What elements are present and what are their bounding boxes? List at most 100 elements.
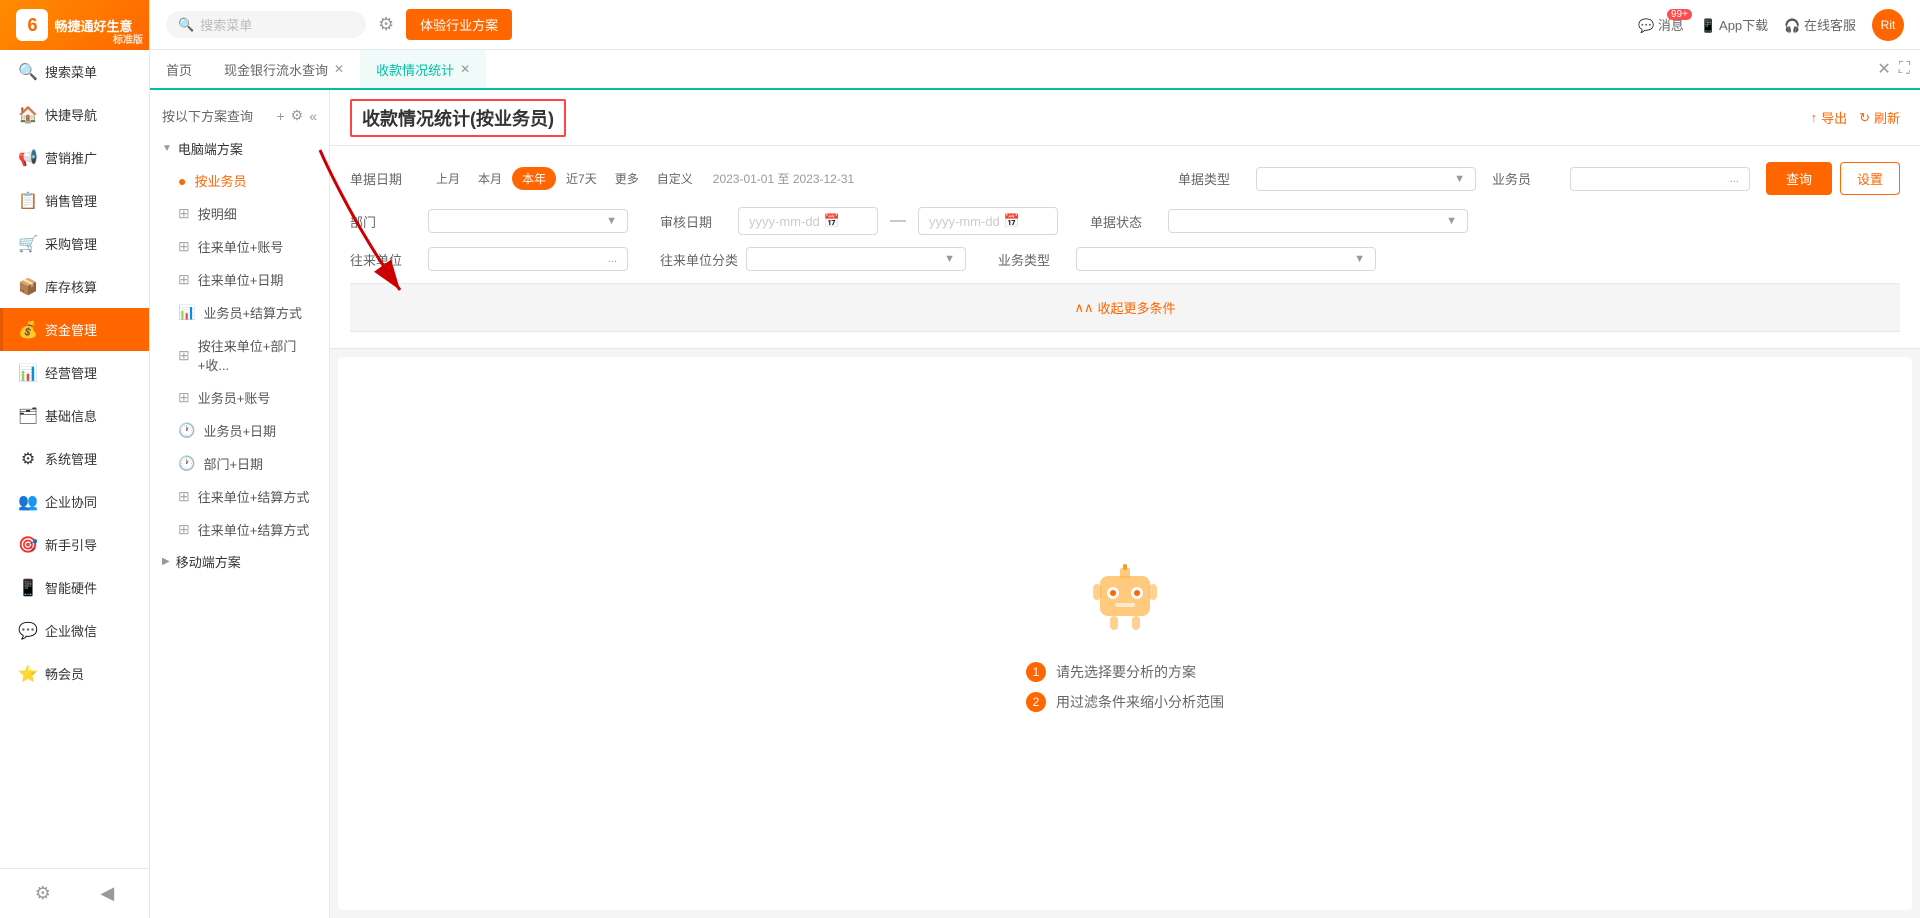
tab-close-bank-flow[interactable]: ✕ [334, 62, 344, 76]
sidebar-item-wechat[interactable]: 💬 企业微信 [0, 609, 149, 652]
calendar-icon[interactable]: 📅 [824, 213, 840, 229]
sidebar-item-finance[interactable]: 💰 资金管理 [0, 308, 149, 351]
chevron-down-icon: ▼ [606, 215, 617, 227]
scheme-item-partner-dept[interactable]: ⊞ 按往来单位+部门+收... [150, 329, 329, 381]
sidebar-item-quicknav[interactable]: 🏠 快捷导航 [0, 93, 149, 136]
scheme-group-desktop: ▼ 电脑端方案 ● 按业务员 ⊞ 按明细 ⊞ 往来单位+账号 ⊞ 往来单位+ [150, 133, 329, 546]
tab-bank-flow[interactable]: 现金银行流水查询 ✕ [208, 50, 360, 90]
close-window-btn[interactable]: ✕ [1877, 59, 1890, 79]
scheme-item-partner-payment2[interactable]: ⊞ 往来单位+结算方式 [150, 513, 329, 546]
scheme-item-salesman-date[interactable]: 🕐 业务员+日期 [150, 414, 329, 447]
doc-status-label: 单据状态 [1090, 212, 1160, 231]
download-icon: 📱 [1700, 18, 1716, 33]
sidebar-item-enterprise[interactable]: 👥 企业协同 [0, 480, 149, 523]
sidebar-item-search[interactable]: 🔍 搜索菜单 [0, 50, 149, 93]
export-btn[interactable]: ↑ 导出 [1811, 108, 1848, 127]
audit-date-from-placeholder: yyyy-mm-dd [749, 214, 820, 229]
calendar-icon[interactable]: 📅 [1004, 213, 1020, 229]
partner-label: 往来单位 [350, 250, 420, 269]
basic-icon: 🗂 [19, 407, 37, 425]
biz-type-select[interactable]: ▼ [1076, 247, 1376, 271]
sidebar-item-label: 新手引导 [45, 535, 97, 554]
sidebar-item-label: 智能硬件 [45, 578, 97, 597]
empty-steps: 1 请先选择要分析的方案 2 用过滤条件来缩小分析范围 [1026, 662, 1224, 722]
scheme-add-btn[interactable]: + [276, 108, 284, 124]
collapse-sidebar-icon[interactable]: ◀ [100, 883, 114, 904]
settings-bottom-icon[interactable]: ⚙ [35, 883, 51, 904]
scheme-item-partner-date[interactable]: ⊞ 往来单位+日期 [150, 263, 329, 296]
scheme-settings-btn[interactable]: ⚙ [291, 107, 304, 124]
partner-category-label: 往来单位分类 [660, 250, 738, 269]
scheme-item-partner-payment1[interactable]: ⊞ 往来单位+结算方式 [150, 480, 329, 513]
app-download[interactable]: 📱 App下载 [1700, 15, 1768, 34]
dept-select[interactable]: ▼ [428, 209, 628, 233]
partner-select[interactable]: ... [428, 247, 628, 271]
tab-bar-actions: ✕ ⛶ [1877, 59, 1910, 79]
date-filter-group: 单据日期 上月 本月 本年 近7天 更多 自定义 2023-01-01 至 20… [350, 167, 1162, 190]
scheme-item-label: 往来单位+结算方式 [198, 487, 310, 506]
scheme-item-label: 往来单位+结算方式 [198, 520, 310, 539]
salesman-group: 业务员 ... [1492, 167, 1750, 191]
date-tab-custom[interactable]: 自定义 [649, 167, 701, 190]
date-tab-this-month[interactable]: 本月 [470, 167, 510, 190]
sidebar-item-purchase[interactable]: 🛒 采购管理 [0, 222, 149, 265]
messages-container[interactable]: 💬 消息 99+ [1638, 15, 1684, 34]
content-body: 收款情况统计(按业务员) ↑ 导出 ↻ 刷新 [330, 90, 1920, 918]
scheme-collapse-btn[interactable]: « [309, 108, 317, 124]
salesman-select[interactable]: ... [1570, 167, 1750, 191]
audit-date-from[interactable]: yyyy-mm-dd 📅 [738, 207, 878, 235]
sidebar-item-system[interactable]: ⚙ 系统管理 [0, 437, 149, 480]
date-tab-last-month[interactable]: 上月 [428, 167, 468, 190]
sidebar-item-inventory[interactable]: 📦 库存核算 [0, 265, 149, 308]
audit-date-to[interactable]: yyyy-mm-dd 📅 [918, 207, 1058, 235]
date-tab-this-year[interactable]: 本年 [512, 167, 556, 190]
scheme-item-by-salesman[interactable]: ● 按业务员 [150, 164, 329, 197]
online-service[interactable]: 🎧 在线客服 [1784, 15, 1856, 34]
tab-collection-stat[interactable]: 收款情况统计 ✕ [360, 50, 486, 90]
search-menu-input[interactable]: 🔍 搜索菜单 [166, 11, 366, 38]
chevron-down-icon: ▼ [1454, 173, 1465, 185]
doc-status-select[interactable]: ▼ [1168, 209, 1468, 233]
sidebar-item-operation[interactable]: 📊 经营管理 [0, 351, 149, 394]
scheme-group-desktop-title[interactable]: ▼ 电脑端方案 [150, 133, 329, 164]
scheme-sa-icon: ⊞ [178, 389, 190, 406]
sidebar-item-basic[interactable]: 🗂 基础信息 [0, 394, 149, 437]
guide-icon: 🎯 [19, 536, 37, 554]
partner-category-select[interactable]: ▼ [746, 247, 966, 271]
sidebar-item-label: 经营管理 [45, 363, 97, 382]
service-icon: 🎧 [1784, 18, 1800, 33]
tab-close-collection[interactable]: ✕ [460, 62, 470, 76]
scheme-group-mobile-title[interactable]: ▶ 移动端方案 [150, 546, 329, 577]
sidebar-item-hardware[interactable]: 📱 智能硬件 [0, 566, 149, 609]
scheme-item-by-detail[interactable]: ⊞ 按明细 [150, 197, 329, 230]
filter-row-2: 部门 ▼ 审核日期 yyyy-mm-dd 📅 — [350, 207, 1900, 235]
date-tab-last7[interactable]: 近7天 [558, 167, 605, 190]
doc-type-select[interactable]: ▼ [1256, 167, 1476, 191]
sidebar-item-marketing[interactable]: 📢 营销推广 [0, 136, 149, 179]
sidebar-item-sales[interactable]: 📋 销售管理 [0, 179, 149, 222]
refresh-btn[interactable]: ↻ 刷新 [1859, 108, 1900, 127]
refresh-label: 刷新 [1874, 108, 1900, 127]
scheme-item-salesman-account[interactable]: ⊞ 业务员+账号 [150, 381, 329, 414]
user-avatar[interactable]: Rit [1872, 9, 1904, 41]
topbar-settings-icon[interactable]: ⚙ [378, 14, 394, 35]
search-menu-icon: 🔍 [19, 63, 37, 81]
collapse-btn[interactable]: ∧∧ 收起更多条件 [1066, 290, 1183, 325]
query-btn[interactable]: 查询 [1766, 162, 1832, 195]
expand-window-btn[interactable]: ⛶ [1899, 59, 1910, 79]
scheme-item-partner-account[interactable]: ⊞ 往来单位+账号 [150, 230, 329, 263]
marketing-icon: 📢 [19, 149, 37, 167]
settings-btn[interactable]: 设置 [1840, 162, 1900, 195]
sidebar-item-member[interactable]: ⭐ 畅会员 [0, 652, 149, 695]
trial-btn[interactable]: 体验行业方案 [406, 9, 512, 40]
inventory-icon: 📦 [19, 278, 37, 296]
tab-home[interactable]: 首页 [150, 50, 208, 90]
date-tab-more[interactable]: 更多 [607, 167, 647, 190]
sidebar-item-guide[interactable]: 🎯 新手引导 [0, 523, 149, 566]
empty-state: 1 请先选择要分析的方案 2 用过滤条件来缩小分析范围 [1026, 546, 1224, 722]
step-1-num: 1 [1026, 662, 1046, 682]
scheme-item-dept-date[interactable]: 🕐 部门+日期 [150, 447, 329, 480]
scheme-item-salesman-payment[interactable]: 📊 业务员+结算方式 [150, 296, 329, 329]
salesman-label: 业务员 [1492, 169, 1562, 188]
scheme-item-label: 按往来单位+部门+收... [198, 336, 317, 374]
